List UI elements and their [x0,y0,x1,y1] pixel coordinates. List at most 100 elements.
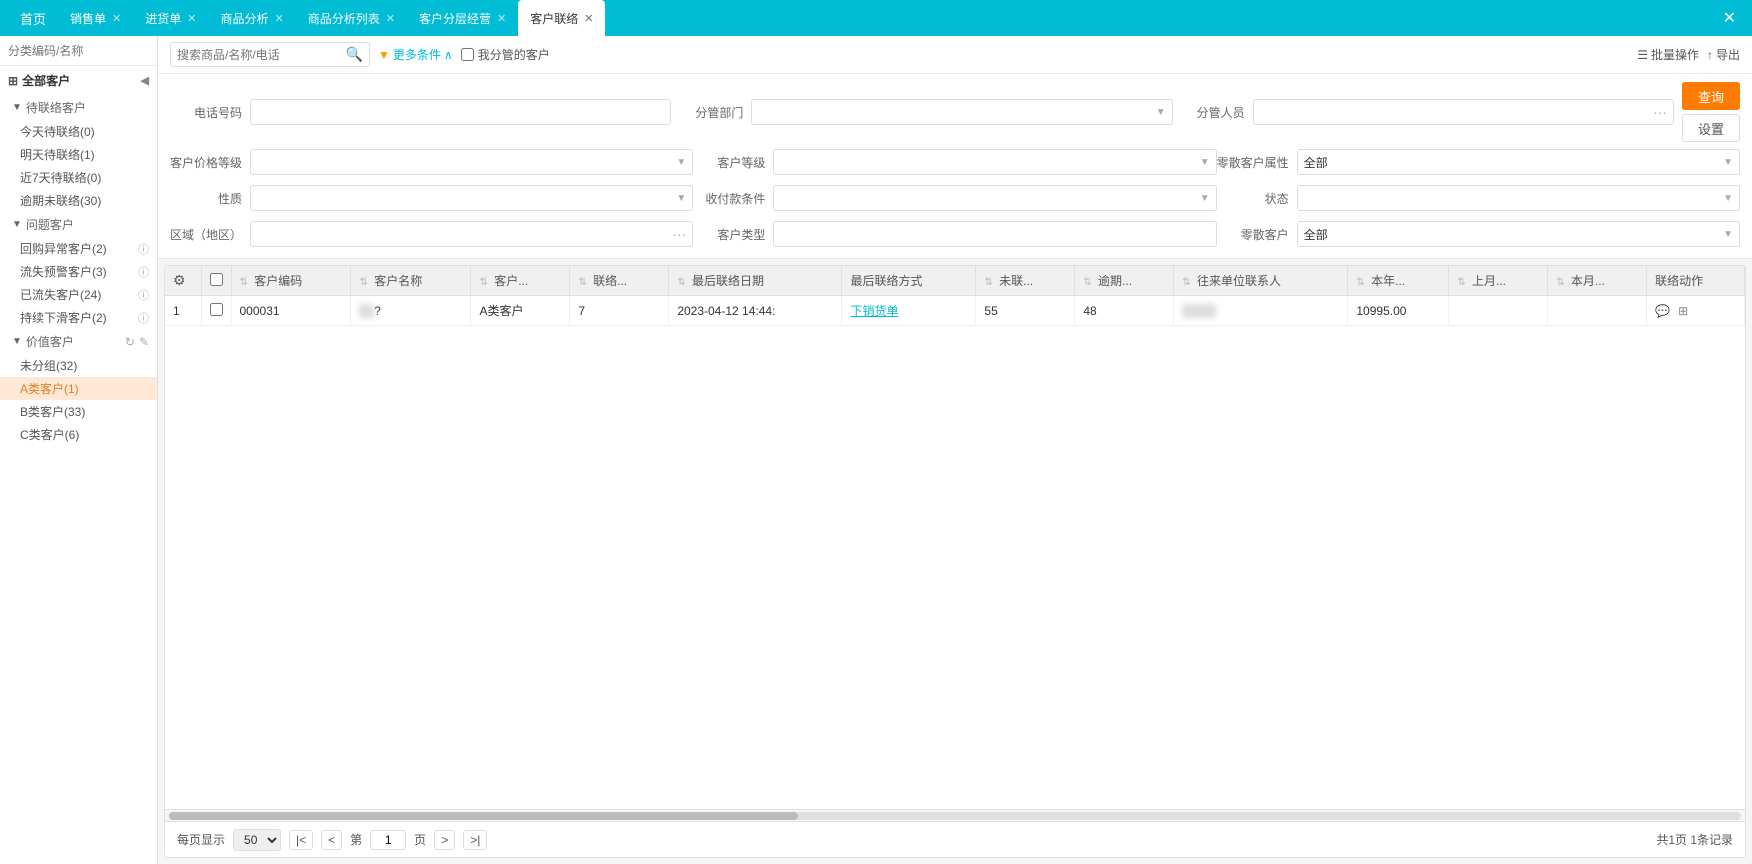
chevron-down-icon: ▼ [1723,229,1733,240]
sort-icon[interactable]: ⇅ [1556,277,1564,288]
sidebar-item-repurchase-abnormal[interactable]: 回购异常客户(2) ⓘ [0,237,157,260]
sidebar-item-c-class[interactable]: C类客户(6) [0,423,157,446]
export-button[interactable]: ↑ 导出 [1707,46,1740,63]
nav-tab-customersegment[interactable]: 客户分层经营 ✕ [407,0,518,36]
sidebar-item-overdue[interactable]: 逾期未联络(30) [0,189,157,212]
status-select[interactable]: ▼ [1297,185,1740,211]
edit-icon[interactable]: ✎ [139,335,149,349]
prev-page-button[interactable]: < [321,830,342,850]
sidebar-item-tomorrow[interactable]: 明天待联络(1) [0,143,157,166]
sort-icon[interactable]: ⇅ [677,277,685,288]
nav-tab-productanalysis[interactable]: 商品分析 ✕ [208,0,295,36]
row-last-month [1449,296,1548,326]
page-number-input[interactable] [370,830,406,850]
nature-select[interactable]: ▼ [250,185,693,211]
field-phone: 电话号码 [170,96,671,128]
page-size-select[interactable]: 50 [233,829,281,851]
info-icon: ⓘ [138,241,149,257]
horizontal-scrollbar[interactable] [165,809,1745,821]
sort-icon[interactable]: ⇅ [240,277,248,288]
sort-icon[interactable]: ⇅ [1083,277,1091,288]
row-last-method: 下销货单 [842,296,976,326]
close-icon[interactable]: ✕ [386,12,395,25]
first-page-button[interactable]: |< [289,830,313,850]
close-icon[interactable]: ✕ [187,12,196,25]
price-level-select[interactable]: ▼ [250,149,693,175]
next-page-button[interactable]: > [434,830,455,850]
batch-op-button[interactable]: ☰ 批量操作 [1637,46,1699,63]
window-close-button[interactable]: ✕ [1715,8,1744,28]
sidebar-item-declining[interactable]: 持续下滑客户(2) ⓘ [0,306,157,329]
close-icon[interactable]: ✕ [275,12,284,25]
sort-icon[interactable]: ⇅ [1182,277,1190,288]
sidebar-search-wrap: 🔍 [0,36,157,66]
sidebar-item-b-class[interactable]: B类客户(33) [0,400,157,423]
close-icon[interactable]: ✕ [497,12,506,25]
sidebar-all-customers[interactable]: ⊞ 全部客户 ◀ [0,66,157,95]
table-row: 1 000031 Ea? A类客户 7 2023-04-12 14:44: 下销… [165,296,1745,326]
chevron-down-icon: ▼ [676,193,686,204]
dept-select[interactable]: ▼ [751,99,1172,125]
sidebar-item-7days[interactable]: 近7天待联络(0) [0,166,157,189]
sidebar-item-a-class[interactable]: A类客户(1) [0,377,157,400]
nav-home[interactable]: 首页 [8,9,58,28]
sidebar-item-loss-warning[interactable]: 流失预警客户(3) ⓘ [0,260,157,283]
sidebar-group-value[interactable]: ▼ 价值客户 ↻ ✎ [0,329,157,354]
refresh-icon[interactable]: ↻ [125,335,135,349]
last-method-link[interactable]: 下销货单 [850,304,898,318]
col-last-method: 最后联络方式 [842,266,976,296]
nav-tab-customercontact[interactable]: 客户联络 ✕ [518,0,605,36]
content-area: 🔍 ▼ 更多条件 ∧ 我分管的客户 ☰ 批量操作 ↑ 导出 [158,36,1752,864]
pagination: 每页显示 50 |< < 第 页 > >| 共1页 1条记录 [165,821,1745,857]
last-page-button[interactable]: >| [463,830,487,850]
collapse-icon[interactable]: ◀ [141,74,149,87]
nav-tab-productanalysislist[interactable]: 商品分析列表 ✕ [296,0,407,36]
col-settings: ⚙ [165,266,201,296]
manager-select[interactable]: ··· [1253,99,1674,125]
qr-icon[interactable]: ⊞ [1678,304,1688,318]
info-icon: ⓘ [138,264,149,280]
sort-icon[interactable]: ⇅ [479,277,487,288]
filter-search-icon[interactable]: 🔍 [346,46,363,63]
ellipsis-icon: ··· [1653,104,1667,120]
arrow-icon: ▼ [12,336,22,347]
phone-input[interactable] [250,99,671,125]
sidebar-group-pending[interactable]: ▼ 待联络客户 [0,95,157,120]
sidebar-search-input[interactable] [8,44,158,58]
sort-icon[interactable]: ⇅ [578,277,586,288]
setting-button[interactable]: 设置 [1682,114,1740,142]
filter-search-input[interactable] [177,48,346,62]
my-customers-checkbox[interactable] [461,48,474,61]
retail-attr-select[interactable]: 全部 ▼ [1297,149,1740,175]
nav-tab-purchaseorder[interactable]: 进货单 ✕ [133,0,208,36]
filter-more-conditions[interactable]: ▼ 更多条件 ∧ [378,46,453,63]
sidebar-group-problem[interactable]: ▼ 问题客户 [0,212,157,237]
sort-icon[interactable]: ⇅ [984,277,992,288]
payment-select[interactable]: ▼ [773,185,1216,211]
sort-icon[interactable]: ⇅ [359,277,367,288]
retail-customer-select[interactable]: 全部 ▼ [1297,221,1740,247]
settings-icon[interactable]: ⚙ [173,272,186,288]
table-header-row: ⚙ ⇅ 客户编码 ⇅ 客户名称 [165,266,1745,296]
close-icon[interactable]: ✕ [112,12,121,25]
filter-bar: 🔍 ▼ 更多条件 ∧ 我分管的客户 ☰ 批量操作 ↑ 导出 [158,36,1752,74]
customer-type-input[interactable] [773,221,1216,247]
row-checkbox-cell [201,296,231,326]
nav-tab-salesorder[interactable]: 销售单 ✕ [58,0,133,36]
customer-level-select[interactable]: ▼ [773,149,1216,175]
chat-icon[interactable]: 💬 [1655,304,1670,318]
sort-icon[interactable]: ⇅ [1457,277,1465,288]
query-button[interactable]: 查询 [1682,82,1740,110]
select-all-checkbox[interactable] [210,273,223,286]
region-select[interactable]: ··· [250,221,693,247]
close-icon[interactable]: ✕ [584,12,593,25]
sidebar-item-lost[interactable]: 已流失客户(24) ⓘ [0,283,157,306]
row-contact: 7 [570,296,669,326]
sidebar-item-today[interactable]: 今天待联络(0) [0,120,157,143]
row-level: A类客户 [471,296,570,326]
query-setting-wrap: 查询 设置 [1682,82,1740,142]
row-overdue: 48 [1075,296,1174,326]
sort-icon[interactable]: ⇅ [1356,277,1364,288]
row-checkbox[interactable] [210,303,223,316]
sidebar-item-ungrouped[interactable]: 未分组(32) [0,354,157,377]
